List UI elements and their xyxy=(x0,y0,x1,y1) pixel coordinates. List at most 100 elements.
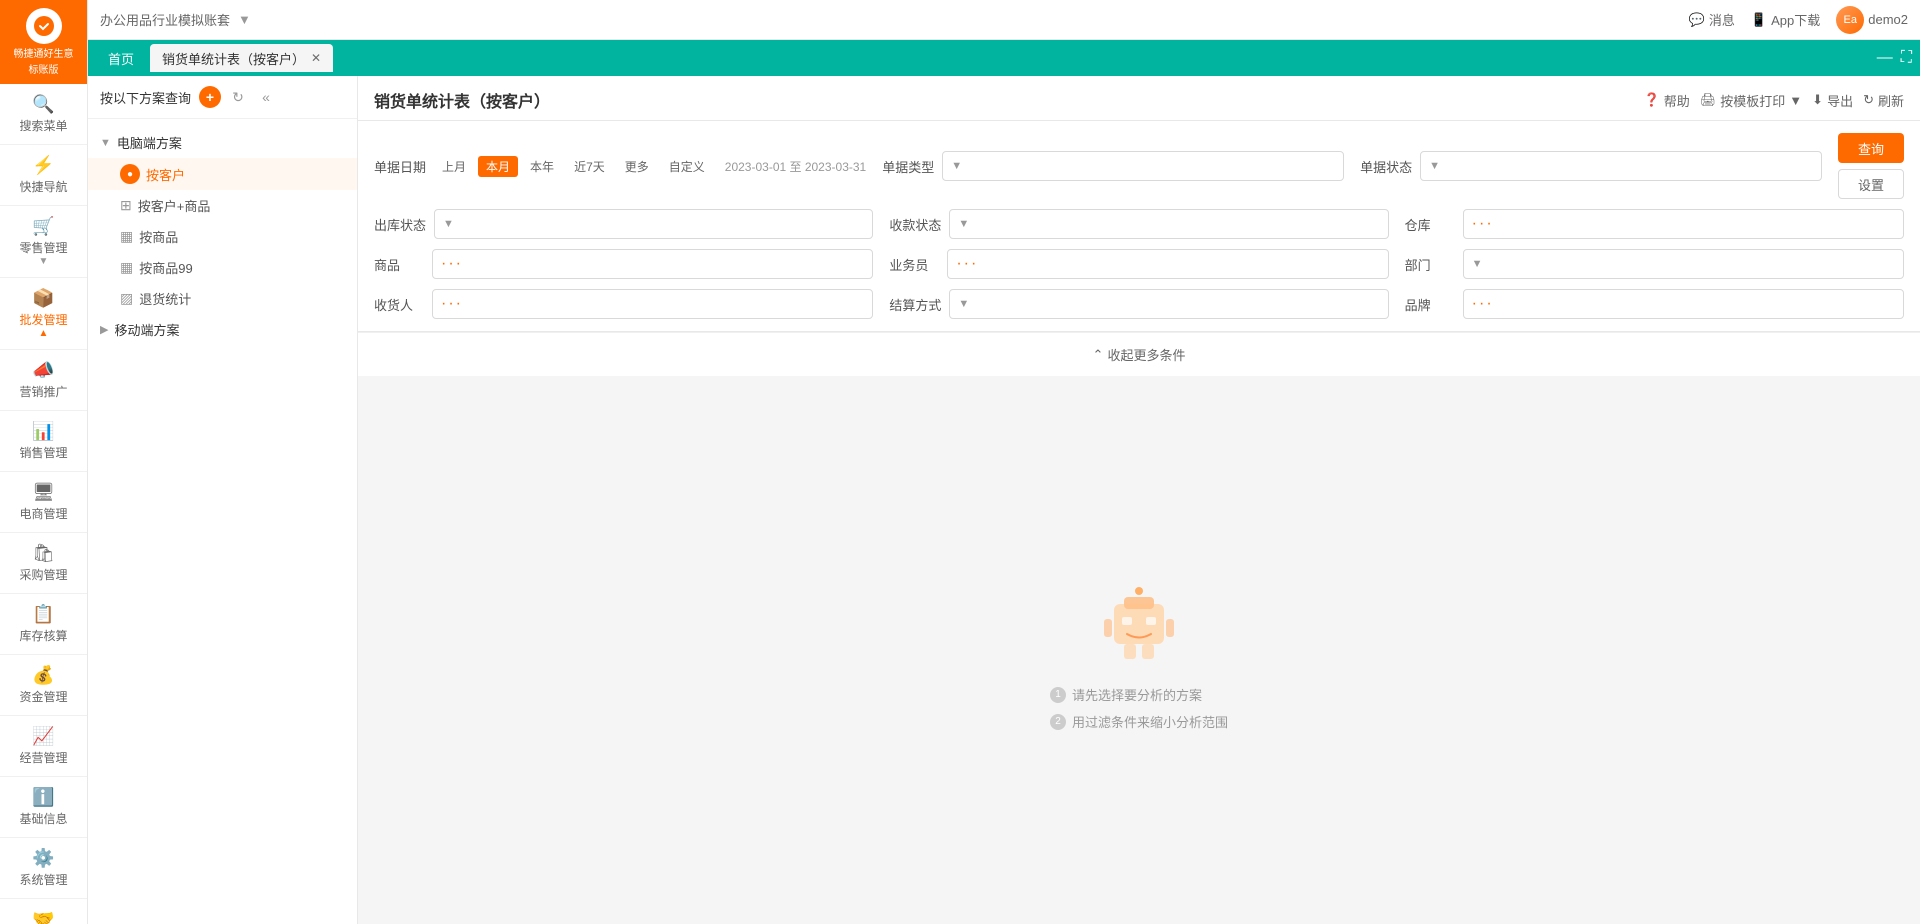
warehouse-label: 仓库 xyxy=(1405,215,1455,234)
page-actions: ❓ 帮助 🖨 按模板打印 ▼ ⬇ 导出 ↻ 刷新 xyxy=(1644,91,1904,110)
mobile-group[interactable]: ▶ 移动端方案 xyxy=(88,314,357,345)
date-pill-custom[interactable]: 自定义 xyxy=(661,156,713,177)
add-scheme-btn[interactable]: + xyxy=(199,86,221,108)
sidebar-label-search: 搜索菜单 xyxy=(19,117,67,134)
order-status-caret: ▼ xyxy=(1429,160,1440,172)
filter-area: 单据日期 上月 本月 本年 近7天 更多 自定义 2023-03-01 至 20… xyxy=(358,121,1920,332)
date-pills: 上月 本月 本年 近7天 更多 自定义 xyxy=(434,156,713,177)
out-status-input[interactable]: ▼ xyxy=(434,209,873,239)
product99-icon: ▦ xyxy=(120,259,133,276)
message-icon: 💬 xyxy=(1689,12,1705,28)
scheme-product99-label: 按商品99 xyxy=(139,258,192,277)
sidebar-item-inventory[interactable]: 📋 库存核算 xyxy=(0,594,87,655)
date-pill-7days[interactable]: 近7天 xyxy=(566,156,613,177)
print-btn[interactable]: 🖨 按模板打印 ▼ xyxy=(1700,91,1802,110)
refresh-label: 刷新 xyxy=(1878,91,1904,110)
consignee-input[interactable]: ··· xyxy=(432,289,873,319)
sidebar-item-finance[interactable]: 💰 资金管理 xyxy=(0,655,87,716)
brand-field: 品牌 ··· xyxy=(1405,289,1904,319)
finance-icon: 💰 xyxy=(32,665,54,686)
sidebar-label-marketing: 营销推广 xyxy=(19,383,67,400)
product-input[interactable]: ··· xyxy=(432,249,873,279)
export-btn[interactable]: ⬇ 导出 xyxy=(1812,91,1853,110)
user-menu[interactable]: Ea demo2 xyxy=(1836,6,1908,34)
order-status-field: 单据状态 ▼ xyxy=(1360,151,1822,181)
sidebar-item-purchase[interactable]: 🛍 采购管理 xyxy=(0,533,87,594)
sidebar-label-finance: 资金管理 xyxy=(19,688,67,705)
sidebar-item-ecommerce[interactable]: 🖥 电商管理 xyxy=(0,472,87,533)
date-range: 2023-03-01 至 2023-03-31 xyxy=(725,158,866,175)
page-title: 销货单统计表（按客户） xyxy=(374,88,550,112)
close-tab-icon[interactable]: ✕ xyxy=(311,51,321,65)
app-download-btn[interactable]: 📱 App下载 xyxy=(1751,10,1820,29)
scheme-return-label: 退货统计 xyxy=(139,289,191,308)
minimize-icon[interactable]: — xyxy=(1877,49,1893,67)
sidebar-item-business[interactable]: 📈 经营管理 xyxy=(0,716,87,777)
hint-2: 2 用过滤条件来缩小分析范围 xyxy=(1050,712,1228,731)
sidebar-item-base[interactable]: ℹ️ 基础信息 xyxy=(0,777,87,838)
date-pill-this-year[interactable]: 本年 xyxy=(522,156,562,177)
scheme-by-product99[interactable]: ▦ 按商品99 xyxy=(88,252,357,283)
order-type-input[interactable]: ▼ xyxy=(942,151,1344,181)
settlement-input[interactable]: ▼ xyxy=(949,289,1388,319)
dept-caret: ▼ xyxy=(1472,258,1483,270)
export-label: 导出 xyxy=(1827,91,1853,110)
tab-home[interactable]: 首页 xyxy=(96,44,146,72)
date-pill-this-month[interactable]: 本月 xyxy=(478,156,518,177)
refresh-scheme-btn[interactable]: ↻ xyxy=(227,86,249,108)
download-icon: 📱 xyxy=(1751,12,1767,28)
message-btn[interactable]: 💬 消息 xyxy=(1689,10,1735,29)
wholesale-arrow: ▲ xyxy=(39,328,49,339)
date-pill-last-month[interactable]: 上月 xyxy=(434,156,474,177)
date-label: 单据日期 xyxy=(374,157,426,176)
warehouse-input[interactable]: ··· xyxy=(1463,209,1904,239)
print-label: 按模板打印 xyxy=(1720,91,1785,110)
app-download-label: App下载 xyxy=(1771,10,1820,29)
filter-row-3: 商品 ··· 业务员 ··· 部门 ▼ xyxy=(374,249,1904,279)
sidebar-item-marketing[interactable]: 📣 营销推广 xyxy=(0,350,87,411)
page-header: 销货单统计表（按客户） ❓ 帮助 🖨 按模板打印 ▼ ⬇ 导出 xyxy=(358,76,1920,121)
scheme-by-product[interactable]: ▦ 按商品 xyxy=(88,221,357,252)
tab-sales-stats[interactable]: 销货单统计表（按客户） ✕ xyxy=(150,44,333,72)
receipt-status-input[interactable]: ▼ xyxy=(949,209,1388,239)
topbar-left: 办公用品行业模拟账套 ▼ xyxy=(100,10,251,29)
sidebar-item-sales[interactable]: 📊 销售管理 xyxy=(0,411,87,472)
refresh-btn[interactable]: ↻ 刷新 xyxy=(1863,91,1904,110)
order-type-caret: ▼ xyxy=(951,160,962,172)
sidebar-item-quick[interactable]: ⚡ 快捷导航 xyxy=(0,145,87,206)
content-area: 按以下方案查询 + ↻ « ▼ 电脑端方案 ● 按客户 ⊞ xyxy=(88,76,1920,924)
desktop-group[interactable]: ▼ 电脑端方案 xyxy=(88,127,357,158)
setting-btn[interactable]: 设置 xyxy=(1838,169,1904,199)
logo-icon xyxy=(26,8,62,44)
salesperson-input[interactable]: ··· xyxy=(947,249,1388,279)
desktop-group-label: 电脑端方案 xyxy=(117,133,182,152)
topbar-right: 💬 消息 📱 App下载 Ea demo2 xyxy=(1689,6,1908,34)
order-status-input[interactable]: ▼ xyxy=(1420,151,1822,181)
logo-sub: 标账版 xyxy=(29,61,59,76)
help-btn[interactable]: ❓ 帮助 xyxy=(1644,91,1690,110)
dept-input[interactable]: ▼ xyxy=(1463,249,1904,279)
sidebar-item-wholesale[interactable]: 📦 批发管理 ▲ xyxy=(0,278,87,350)
scheme-by-customer[interactable]: ● 按客户 xyxy=(88,158,357,190)
sidebar-item-search[interactable]: 🔍 搜索菜单 xyxy=(0,84,87,145)
query-btn[interactable]: 查询 xyxy=(1838,133,1904,163)
sidebar-item-retail[interactable]: 🛒 零售管理 ▼ xyxy=(0,206,87,278)
scheme-product-label: 按商品 xyxy=(139,227,178,246)
sidebar-item-system[interactable]: ⚙️ 系统管理 xyxy=(0,838,87,899)
group-expand-icon: ▼ xyxy=(100,137,111,149)
scheme-by-customer-product[interactable]: ⊞ 按客户+商品 xyxy=(88,190,357,221)
receipt-status-label: 收款状态 xyxy=(889,215,941,234)
collapse-panel-btn[interactable]: « xyxy=(255,86,277,108)
export-icon: ⬇ xyxy=(1812,92,1823,108)
collapse-btn[interactable]: ⌃ 收起更多条件 xyxy=(1081,341,1198,368)
date-pill-more[interactable]: 更多 xyxy=(617,156,657,177)
scheme-return-stats[interactable]: ▨ 退货统计 xyxy=(88,283,357,314)
sidebar-label-quick: 快捷导航 xyxy=(19,178,67,195)
out-status-caret: ▼ xyxy=(443,218,454,230)
order-type-field: 单据类型 ▼ xyxy=(882,151,1344,181)
maximize-icon[interactable]: ⛶ xyxy=(1901,49,1912,67)
brand-input[interactable]: ··· xyxy=(1463,289,1904,319)
sidebar-item-collab[interactable]: 🤝 企业协同 xyxy=(0,899,87,924)
tabbar: 首页 销货单统计表（按客户） ✕ — ⛶ xyxy=(88,40,1920,76)
user-name: demo2 xyxy=(1868,12,1908,27)
